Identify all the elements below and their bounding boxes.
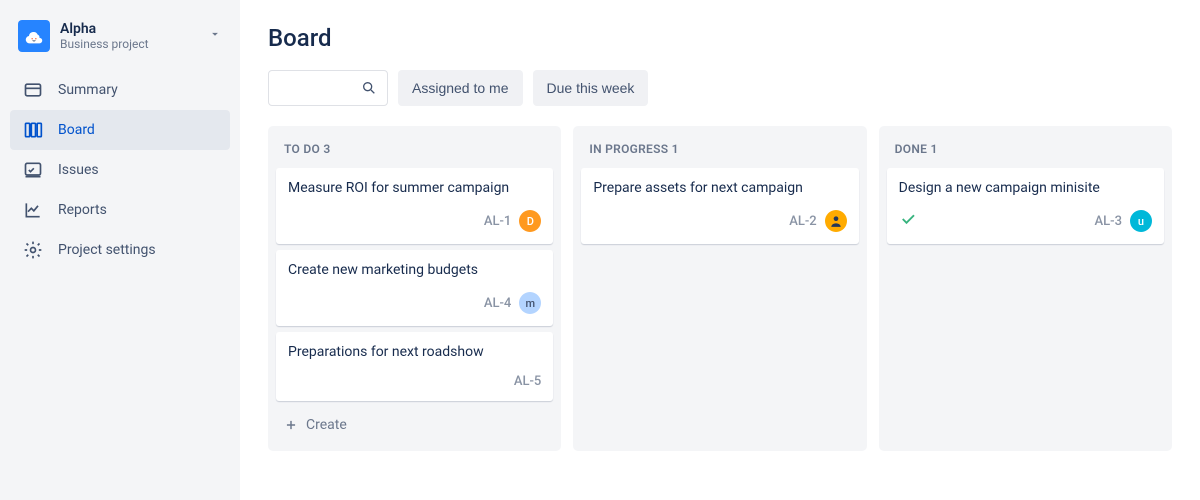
person-icon bbox=[829, 214, 843, 228]
card[interactable]: Measure ROI for summer campaign AL-1 D bbox=[276, 168, 553, 244]
issues-icon bbox=[22, 159, 44, 181]
card-title: Create new marketing budgets bbox=[288, 262, 541, 278]
column-inprogress: IN PROGRESS 1 Prepare assets for next ca… bbox=[573, 126, 866, 451]
main-content: Board Assigned to me Due this week TO DO… bbox=[240, 0, 1200, 500]
avatar[interactable]: D bbox=[519, 210, 541, 232]
board-columns: TO DO 3 Measure ROI for summer campaign … bbox=[268, 126, 1172, 451]
nav-item-summary[interactable]: Summary bbox=[10, 70, 230, 110]
summary-icon bbox=[22, 79, 44, 101]
card-key: AL-1 bbox=[484, 214, 511, 229]
project-switcher[interactable]: Alpha Business project bbox=[10, 20, 230, 70]
nav-item-board[interactable]: Board bbox=[10, 110, 230, 150]
project-subtitle: Business project bbox=[60, 37, 149, 51]
cloud-icon bbox=[23, 25, 45, 47]
nav-label: Summary bbox=[58, 82, 118, 98]
avatar[interactable] bbox=[825, 210, 847, 232]
nav-list: Summary Board Issues Reports Project set… bbox=[10, 70, 230, 270]
chevron-down-icon bbox=[208, 27, 222, 45]
nav-item-reports[interactable]: Reports bbox=[10, 190, 230, 230]
nav-label: Board bbox=[58, 122, 95, 138]
avatar[interactable]: m bbox=[519, 292, 541, 314]
nav-item-settings[interactable]: Project settings bbox=[10, 230, 230, 270]
card[interactable]: Prepare assets for next campaign AL-2 bbox=[581, 168, 858, 244]
filter-assigned-to-me[interactable]: Assigned to me bbox=[398, 70, 523, 106]
card-key: AL-4 bbox=[484, 296, 511, 311]
create-card-button[interactable]: Create bbox=[276, 407, 553, 443]
filter-due-this-week[interactable]: Due this week bbox=[533, 70, 649, 106]
nav-label: Reports bbox=[58, 202, 107, 218]
card-title: Measure ROI for summer campaign bbox=[288, 180, 541, 196]
card[interactable]: Create new marketing budgets AL-4 m bbox=[276, 250, 553, 326]
reports-icon bbox=[22, 199, 44, 221]
column-done: DONE 1 Design a new campaign minisite AL… bbox=[879, 126, 1172, 451]
nav-label: Project settings bbox=[58, 242, 156, 258]
project-name: Alpha bbox=[60, 21, 149, 37]
check-icon bbox=[899, 210, 917, 232]
column-header: TO DO 3 bbox=[276, 138, 553, 168]
card-key: AL-5 bbox=[514, 374, 541, 389]
column-header: DONE 1 bbox=[887, 138, 1164, 168]
card-title: Prepare assets for next campaign bbox=[593, 180, 846, 196]
gear-icon bbox=[22, 239, 44, 261]
create-label: Create bbox=[306, 417, 347, 433]
plus-icon bbox=[284, 418, 298, 432]
avatar[interactable]: u bbox=[1130, 210, 1152, 232]
project-logo bbox=[18, 20, 50, 52]
card-title: Preparations for next roadshow bbox=[288, 344, 541, 360]
column-header: IN PROGRESS 1 bbox=[581, 138, 858, 168]
nav-item-issues[interactable]: Issues bbox=[10, 150, 230, 190]
filter-row: Assigned to me Due this week bbox=[268, 70, 1172, 106]
sidebar: Alpha Business project Summary Board Iss… bbox=[0, 0, 240, 500]
card[interactable]: Design a new campaign minisite AL-3 u bbox=[887, 168, 1164, 244]
page-title: Board bbox=[268, 24, 1172, 52]
nav-label: Issues bbox=[58, 162, 99, 178]
search-input[interactable] bbox=[268, 70, 388, 106]
card-key: AL-3 bbox=[1095, 214, 1122, 229]
card-key: AL-2 bbox=[789, 214, 816, 229]
search-icon bbox=[361, 80, 377, 96]
column-todo: TO DO 3 Measure ROI for summer campaign … bbox=[268, 126, 561, 451]
board-icon bbox=[22, 119, 44, 141]
card-title: Design a new campaign minisite bbox=[899, 180, 1152, 196]
card[interactable]: Preparations for next roadshow AL-5 bbox=[276, 332, 553, 401]
